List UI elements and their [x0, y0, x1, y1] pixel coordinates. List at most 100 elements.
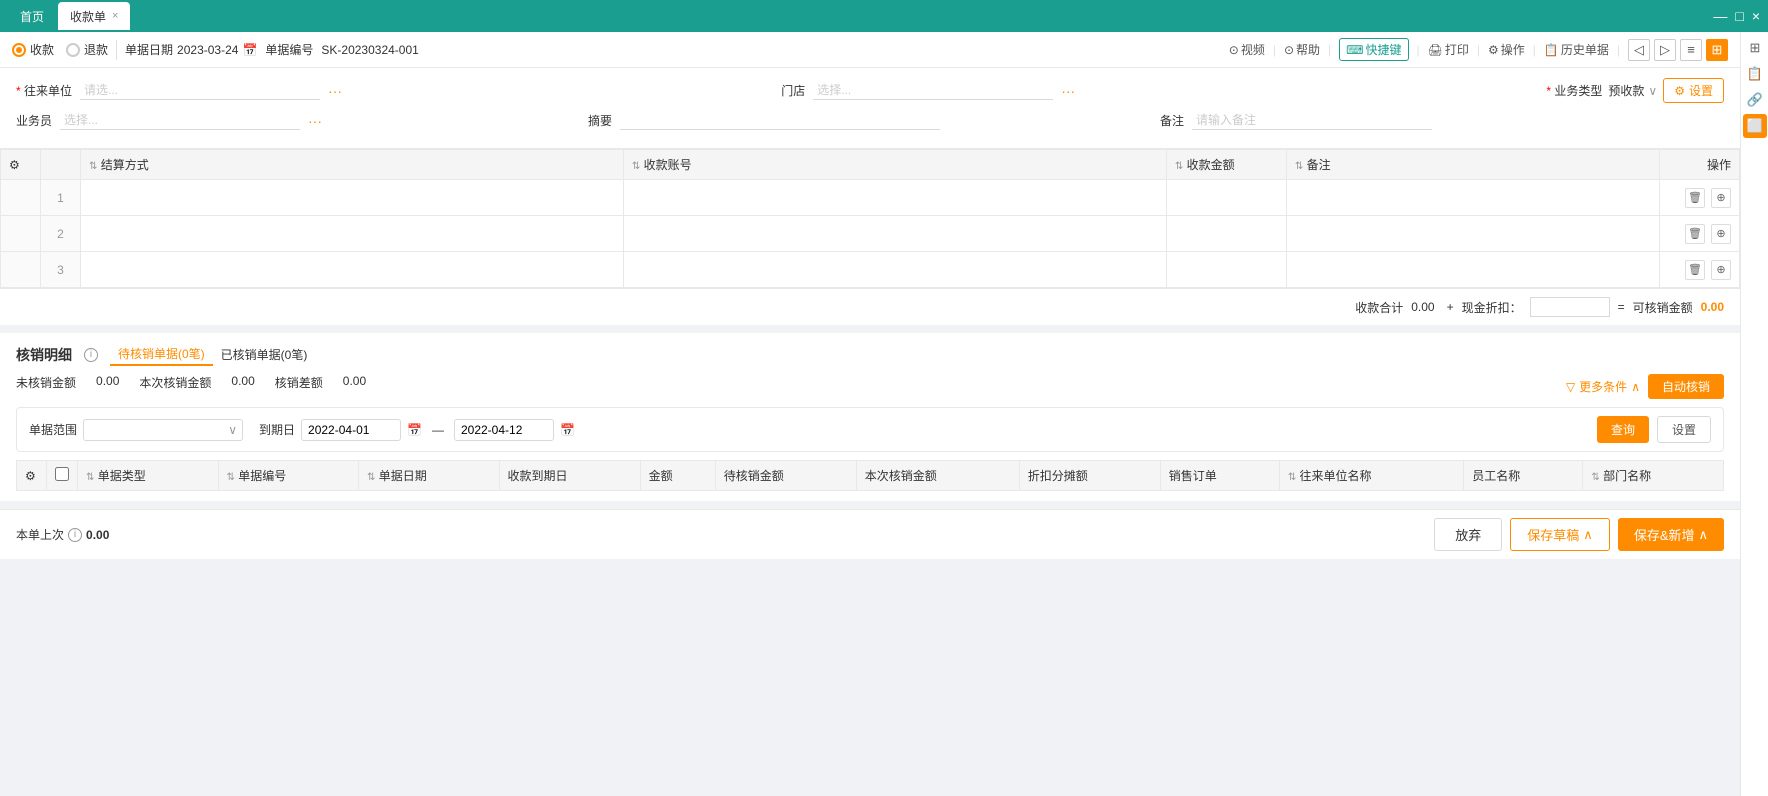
remark-input[interactable] — [1192, 111, 1432, 130]
help-link[interactable]: ⊙ 帮助 — [1284, 41, 1320, 58]
staff-input[interactable] — [60, 111, 300, 130]
date-value: 2023-03-24 — [177, 43, 238, 57]
shortcut-btn[interactable]: ⌨ 快捷键 — [1339, 38, 1408, 61]
history-link[interactable]: 📋 历史单据 — [1544, 41, 1609, 58]
row-3-amount[interactable] — [1166, 252, 1286, 288]
staff-label: 业务员 — [16, 112, 52, 129]
store-ellipsis[interactable]: ··· — [1061, 83, 1075, 99]
counterpart-section: 往来单位 ··· — [16, 81, 773, 100]
row-2-settlement[interactable] — [81, 216, 624, 252]
row-3-copy-icon[interactable]: ⊕ — [1711, 260, 1731, 280]
summary-input[interactable] — [620, 111, 940, 130]
calendar-from-icon[interactable]: 📅 — [407, 423, 422, 437]
operation-link[interactable]: ⚙ 操作 — [1488, 41, 1525, 58]
more-conditions-btn[interactable]: ▽ 更多条件 ∧ — [1566, 378, 1640, 395]
abandon-btn[interactable]: 放弃 — [1434, 518, 1502, 551]
verify-stats: 未核销金额 0.00 本次核销金额 0.00 核销差额 0.00 ▽ 更多条件 … — [16, 374, 1724, 399]
table-gear-th[interactable]: ⚙ — [1, 150, 41, 180]
video-icon: ⊙ — [1229, 43, 1239, 57]
auto-verify-btn[interactable]: 自动核销 — [1648, 374, 1724, 399]
settings-button[interactable]: ⚙ 设置 — [1663, 78, 1724, 103]
radio-refund[interactable]: 退款 — [66, 41, 108, 58]
date-from-input[interactable] — [301, 419, 401, 441]
verify-info-icon[interactable]: i — [84, 348, 98, 362]
save-draft-label: 保存草稿 — [1527, 525, 1579, 544]
table-row: 3 🗑 ⊕ — [1, 252, 1740, 288]
summary-section: 摘要 — [588, 111, 1152, 130]
th-dept: ⇅ 部门名称 — [1583, 461, 1724, 491]
row-1-amount[interactable] — [1166, 180, 1286, 216]
select-all-checkbox[interactable] — [55, 467, 69, 481]
save-new-arrow-icon[interactable]: ∧ — [1698, 527, 1708, 543]
verify-section: 核销明细 i 待核销单据(0笔) 已核销单据(0笔) 未核销金额 0.00 本次… — [0, 333, 1740, 501]
history-icon: 📋 — [1544, 43, 1559, 57]
calendar-to-icon[interactable]: 📅 — [560, 423, 575, 437]
calendar-icon[interactable]: 📅 — [242, 43, 257, 57]
toolbar: 收款 退款 单据日期 2023-03-24 📅 单据编号 SK-20230324… — [0, 32, 1740, 68]
row-1-settlement[interactable] — [81, 180, 624, 216]
save-draft-arrow-icon[interactable]: ∧ — [1583, 527, 1593, 543]
minimize-icon[interactable]: — — [1713, 8, 1727, 24]
right-panel: ⊞ 📋 🔗 ⬜ — [1740, 32, 1768, 796]
amount-col-label: 收款金额 — [1187, 158, 1235, 172]
row-1-delete-icon[interactable]: 🗑 — [1685, 188, 1705, 208]
row-3-remark[interactable] — [1286, 252, 1659, 288]
th-doc-type: ⇅ 单据类型 — [78, 461, 219, 491]
biztype-select[interactable]: 预收款 ∨ — [1608, 82, 1657, 99]
side-doc-icon[interactable]: 📋 — [1743, 62, 1767, 86]
row-1-copy-icon[interactable]: ⊕ — [1711, 188, 1731, 208]
radio-receipt[interactable]: 收款 — [12, 41, 54, 58]
settings-btn-label: 设置 — [1689, 82, 1713, 99]
side-table-icon[interactable]: ⊞ — [1743, 36, 1767, 60]
counterpart-label: 往来单位 — [16, 82, 72, 99]
discount-input[interactable] — [1530, 297, 1610, 317]
video-link[interactable]: ⊙ 视频 — [1229, 41, 1265, 58]
layout-prev-icon[interactable]: ◁ — [1628, 39, 1650, 61]
range-select[interactable] — [83, 419, 243, 441]
store-input[interactable] — [813, 81, 1053, 100]
row-2-account[interactable] — [623, 216, 1166, 252]
checkbox-th: ⚙ — [17, 461, 47, 491]
row-3-account[interactable] — [623, 252, 1166, 288]
row-1-account[interactable] — [623, 180, 1166, 216]
tab-home[interactable]: 首页 — [8, 2, 56, 30]
unchecked-value: 0.00 — [96, 374, 119, 399]
prev-order-label: 本单上次 — [16, 526, 64, 543]
staff-ellipsis[interactable]: ··· — [308, 113, 322, 129]
row-2-amount[interactable] — [1166, 216, 1286, 252]
layout-list-icon[interactable]: ≡ — [1680, 39, 1702, 61]
save-draft-btn[interactable]: 保存草稿 ∧ — [1510, 518, 1610, 551]
layout-next-icon[interactable]: ▷ — [1654, 39, 1676, 61]
print-link[interactable]: 🖨 打印 — [1428, 41, 1469, 58]
layout-grid-icon[interactable]: ⊞ — [1706, 39, 1728, 61]
gear-bottom-icon[interactable]: ⚙ — [25, 469, 36, 483]
due-date-filter-item: 到期日 📅 — 📅 — [259, 419, 575, 441]
prev-order-info-icon[interactable]: i — [68, 528, 82, 542]
save-new-btn[interactable]: 保存&新增 ∧ — [1618, 518, 1724, 551]
tab-active[interactable]: 收款单 × — [58, 2, 130, 30]
row-3-settlement[interactable] — [81, 252, 624, 288]
plus-sign: + — [1447, 300, 1454, 314]
date-separator: — — [432, 423, 444, 437]
row-2-remark[interactable] — [1286, 216, 1659, 252]
counterpart-ellipsis[interactable]: ··· — [328, 83, 342, 99]
verify-settings-btn[interactable]: 设置 — [1657, 416, 1711, 443]
tab-pending[interactable]: 待核销单据(0笔) — [110, 343, 213, 366]
side-link-icon[interactable]: 🔗 — [1743, 88, 1767, 112]
query-btn[interactable]: 查询 — [1597, 416, 1649, 443]
side-cursor-icon[interactable]: ⬜ — [1743, 114, 1767, 138]
tab-bar: 首页 收款单 × — □ × — [0, 0, 1768, 32]
row-2-copy-icon[interactable]: ⊕ — [1711, 224, 1731, 244]
print-label: 打印 — [1445, 41, 1469, 58]
close-window-icon[interactable]: × — [1752, 8, 1760, 24]
radio-label-receipt: 收款 — [30, 41, 54, 58]
restore-icon[interactable]: □ — [1735, 8, 1743, 24]
tab-done[interactable]: 已核销单据(0笔) — [213, 343, 316, 366]
date-to-input[interactable] — [454, 419, 554, 441]
row-1-remark[interactable] — [1286, 180, 1659, 216]
row-2-delete-icon[interactable]: 🗑 — [1685, 224, 1705, 244]
row-3-delete-icon[interactable]: 🗑 — [1685, 260, 1705, 280]
video-label: 视频 — [1241, 41, 1265, 58]
counterpart-input[interactable] — [80, 81, 320, 100]
tab-close-icon[interactable]: × — [112, 10, 118, 22]
